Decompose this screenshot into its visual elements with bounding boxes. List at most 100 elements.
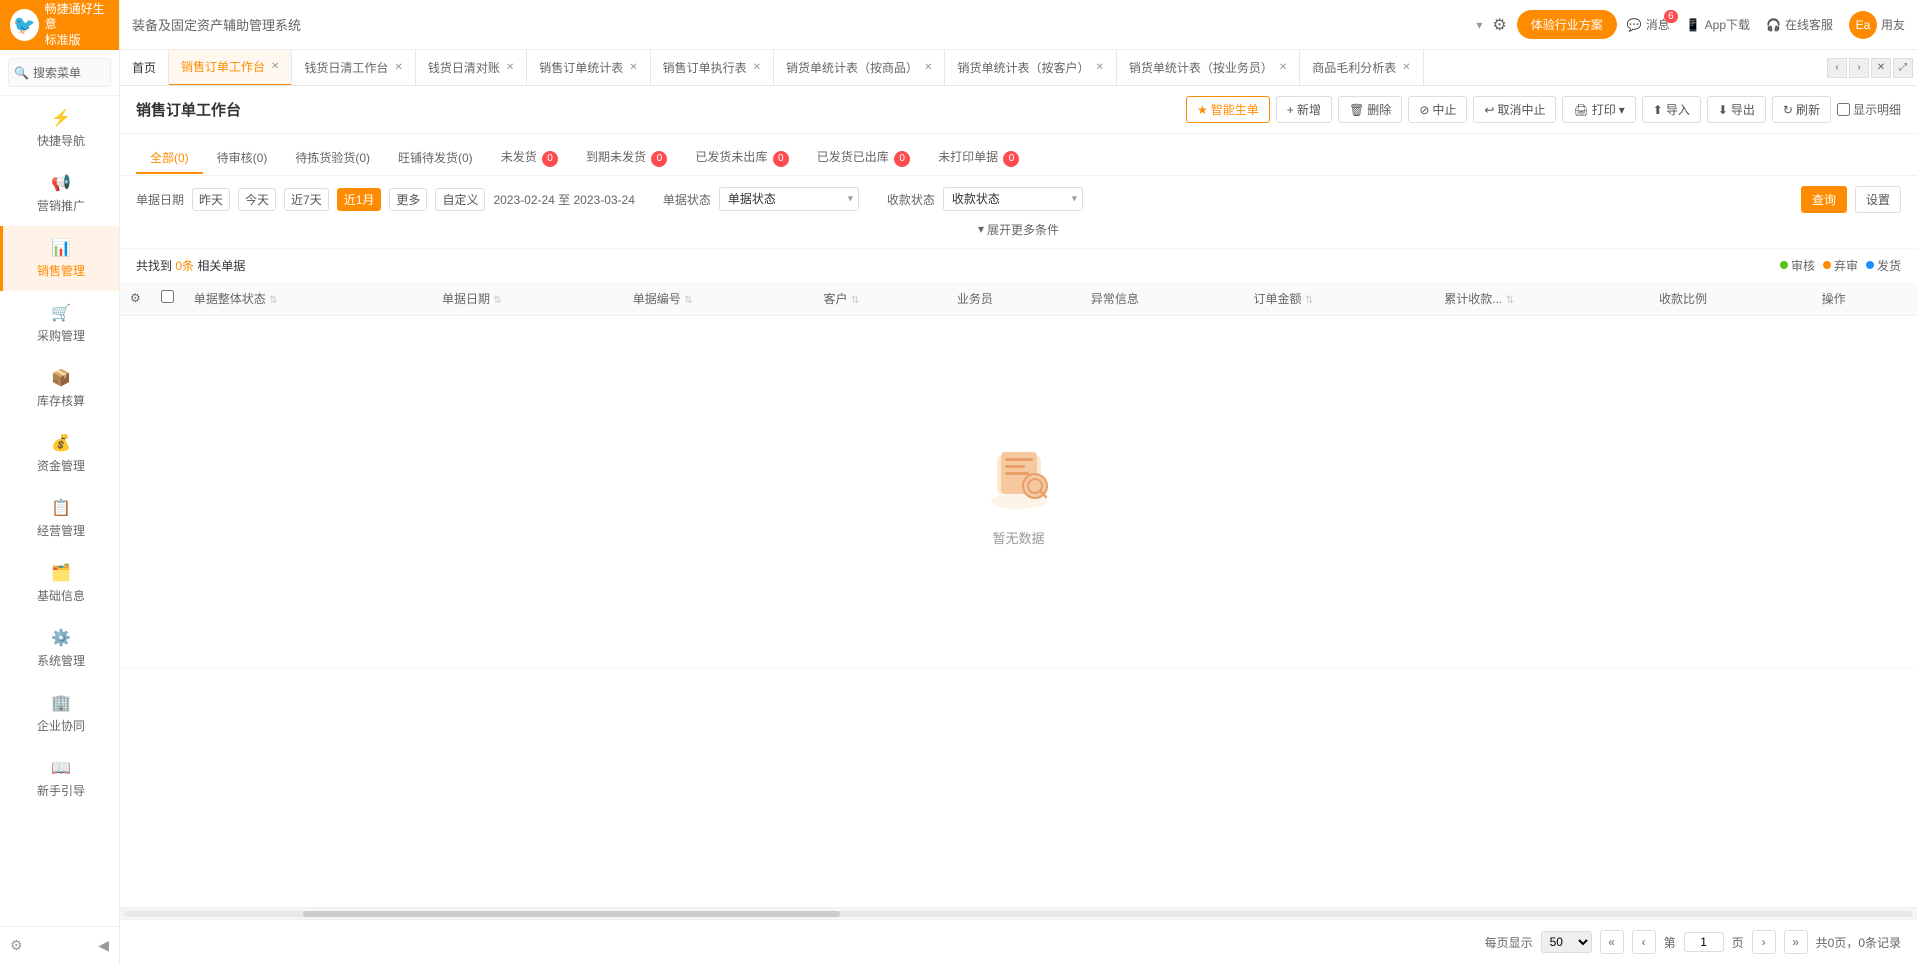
tab-sales-workbench-close-icon[interactable]: ✕ xyxy=(271,61,279,72)
stop-button[interactable]: ⊘ 中止 xyxy=(1408,96,1467,123)
tab-cash-reconcile[interactable]: 钱货日清对账 ✕ xyxy=(416,50,527,86)
date-yesterday-button[interactable]: 昨天 xyxy=(192,188,230,211)
tab-sales-by-product-close-icon[interactable]: ✕ xyxy=(924,62,932,73)
tab-sales-by-staff-close-icon[interactable]: ✕ xyxy=(1279,62,1287,73)
import-button[interactable]: ⬆ 导入 xyxy=(1642,96,1701,123)
th-checkbox[interactable] xyxy=(151,282,184,316)
sub-tab-pending-review-label: 待审核(0) xyxy=(217,151,268,165)
export-button[interactable]: ⬇ 导出 xyxy=(1707,96,1766,123)
tab-prev-button[interactable]: ‹ xyxy=(1827,58,1847,78)
sidebar-item-marketing[interactable]: 📢 营销推广 xyxy=(0,161,119,226)
payment-select[interactable]: 收款状态 xyxy=(943,187,1083,211)
sidebar-item-base[interactable]: 🗂️ 基础信息 xyxy=(0,551,119,616)
sidebar-item-enterprise[interactable]: 🏢 企业协同 xyxy=(0,681,119,746)
sidebar-item-guide[interactable]: 📖 新手引导 xyxy=(0,746,119,811)
sub-tab-shipped-not-out[interactable]: 已发货未出库 0 xyxy=(681,142,802,175)
tab-next-button[interactable]: › xyxy=(1849,58,1869,78)
sidebar-item-quicknav[interactable]: ⚡ 快捷导航 xyxy=(0,96,119,161)
results-text: 共找到 0条 相关单据 xyxy=(136,257,245,274)
batch-ship-button[interactable]: 发货 xyxy=(1866,257,1901,274)
sub-tab-shipped-out[interactable]: 已发货已出库 0 xyxy=(803,142,924,175)
amount-sort-icon[interactable]: ⇅ xyxy=(1305,295,1313,306)
date-sort-icon[interactable]: ⇅ xyxy=(493,295,501,306)
select-all-checkbox[interactable] xyxy=(161,290,174,303)
th-config[interactable]: ⚙ xyxy=(120,282,151,316)
tab-sales-exec-close-icon[interactable]: ✕ xyxy=(753,62,761,73)
collected-sort-icon[interactable]: ⇅ xyxy=(1506,295,1514,306)
sidebar-item-finance[interactable]: 💰 资金管理 xyxy=(0,421,119,486)
tab-sales-by-customer[interactable]: 销货单统计表（按客户） ✕ xyxy=(945,50,1116,86)
app-download-button[interactable]: 📱 App下载 xyxy=(1686,16,1750,33)
tab-home[interactable]: 首页 xyxy=(120,50,169,86)
expand-filter-button[interactable]: ▾ 展开更多条件 xyxy=(978,221,1059,238)
system-title-chevron-icon[interactable]: ▾ xyxy=(1476,18,1482,32)
status-select[interactable]: 单据状态 xyxy=(719,187,859,211)
show-detail-checkbox[interactable] xyxy=(1837,103,1850,116)
query-button[interactable]: 查询 xyxy=(1801,186,1847,213)
marketing-icon: 📢 xyxy=(51,173,71,193)
first-page-button[interactable]: « xyxy=(1600,930,1624,954)
tab-gross-profit[interactable]: 商品毛利分析表 ✕ xyxy=(1300,50,1423,86)
tab-gross-profit-close-icon[interactable]: ✕ xyxy=(1402,62,1410,73)
number-sort-icon[interactable]: ⇅ xyxy=(684,295,692,306)
search-menu-button[interactable]: 🔍 搜索菜单 xyxy=(8,58,111,87)
message-button[interactable]: 💬 消息 6 xyxy=(1627,16,1670,33)
sidebar-settings-button[interactable]: ⚙ xyxy=(10,937,23,954)
solution-button[interactable]: 体验行业方案 xyxy=(1517,10,1617,39)
sidebar-item-sales[interactable]: 📊 销售管理 xyxy=(0,226,119,291)
tab-sales-by-product[interactable]: 销货单统计表（按商品） ✕ xyxy=(774,50,945,86)
batch-review-button[interactable]: 审核 xyxy=(1780,257,1815,274)
date-custom-button[interactable]: 自定义 xyxy=(435,188,485,211)
sidebar-item-purchase[interactable]: 🛒 采购管理 xyxy=(0,291,119,356)
service-button[interactable]: 🎧 在线客服 xyxy=(1766,16,1833,33)
date-more-button[interactable]: 更多 xyxy=(389,188,427,211)
sub-tab-not-printed[interactable]: 未打印单据 0 xyxy=(924,142,1033,175)
refresh-button[interactable]: ↻ 刷新 xyxy=(1772,96,1831,123)
date-month-button[interactable]: 近1月 xyxy=(337,188,382,211)
th-customer-label: 客户 xyxy=(823,292,847,306)
sub-tab-pending-review[interactable]: 待审核(0) xyxy=(203,143,282,174)
new-button[interactable]: + 新增 xyxy=(1276,96,1332,123)
horizontal-scrollbar[interactable] xyxy=(120,907,1917,919)
cancel-stop-button[interactable]: ↩ 取消中止 xyxy=(1473,96,1556,123)
tab-sales-exec[interactable]: 销售订单执行表 ✕ xyxy=(651,50,774,86)
sub-tab-pending-inspect[interactable]: 待拣货验货(0) xyxy=(281,143,384,174)
tab-sales-by-customer-close-icon[interactable]: ✕ xyxy=(1095,62,1103,73)
tab-fullscreen-button[interactable]: ⤢ xyxy=(1893,58,1913,78)
customer-sort-icon[interactable]: ⇅ xyxy=(851,295,859,306)
sub-tab-not-shipped[interactable]: 未发货 0 xyxy=(487,142,572,175)
print-button[interactable]: 🖨 打印 ▾ xyxy=(1562,96,1635,123)
tab-cash-daily-close-icon[interactable]: ✕ xyxy=(394,62,402,73)
scrollbar-thumb[interactable] xyxy=(303,911,840,917)
sub-tab-all[interactable]: 全部(0) xyxy=(136,143,203,174)
page-input[interactable] xyxy=(1684,932,1724,952)
tab-close-all-button[interactable]: ✕ xyxy=(1871,58,1891,78)
smart-create-button[interactable]: ★ 智能生单 xyxy=(1186,96,1270,123)
sub-tab-wangpu[interactable]: 旺铺待发货(0) xyxy=(384,143,487,174)
stop-icon: ⊘ xyxy=(1419,103,1429,117)
tab-sales-by-staff[interactable]: 销货单统计表（按业务员） ✕ xyxy=(1117,50,1300,86)
batch-anti-review-button[interactable]: 弃审 xyxy=(1823,257,1858,274)
prev-page-button[interactable]: ‹ xyxy=(1632,930,1656,954)
sidebar-item-inventory[interactable]: 📦 库存核算 xyxy=(0,356,119,421)
status-sort-icon[interactable]: ⇅ xyxy=(269,295,277,306)
sidebar-item-operations[interactable]: 📋 经营管理 xyxy=(0,486,119,551)
tab-sales-stats-close-icon[interactable]: ✕ xyxy=(629,62,637,73)
delete-button[interactable]: 🗑 删除 xyxy=(1338,96,1402,123)
filter-settings-button[interactable]: 设置 xyxy=(1855,186,1901,213)
page-size-select[interactable]: 20 50 100 xyxy=(1541,931,1592,953)
sidebar-item-system[interactable]: ⚙️ 系统管理 xyxy=(0,616,119,681)
tab-sales-stats[interactable]: 销售订单统计表 ✕ xyxy=(527,50,650,86)
sidebar-collapse-button[interactable]: ◀ xyxy=(98,937,109,954)
topbar-gear-icon[interactable]: ⚙ xyxy=(1492,15,1506,35)
tab-cash-daily[interactable]: 钱货日清工作台 ✕ xyxy=(292,50,415,86)
user-button[interactable]: Ea 用友 xyxy=(1849,11,1905,39)
tab-sales-workbench[interactable]: 销售订单工作台 ✕ xyxy=(169,50,292,86)
tab-cash-reconcile-close-icon[interactable]: ✕ xyxy=(506,62,514,73)
show-detail-checkbox-label[interactable]: 显示明细 xyxy=(1837,101,1901,118)
date-today-button[interactable]: 今天 xyxy=(238,188,276,211)
last-page-button[interactable]: » xyxy=(1784,930,1808,954)
date-7days-button[interactable]: 近7天 xyxy=(284,188,329,211)
sub-tab-overdue[interactable]: 到期未发货 0 xyxy=(572,142,681,175)
next-page-button[interactable]: › xyxy=(1752,930,1776,954)
